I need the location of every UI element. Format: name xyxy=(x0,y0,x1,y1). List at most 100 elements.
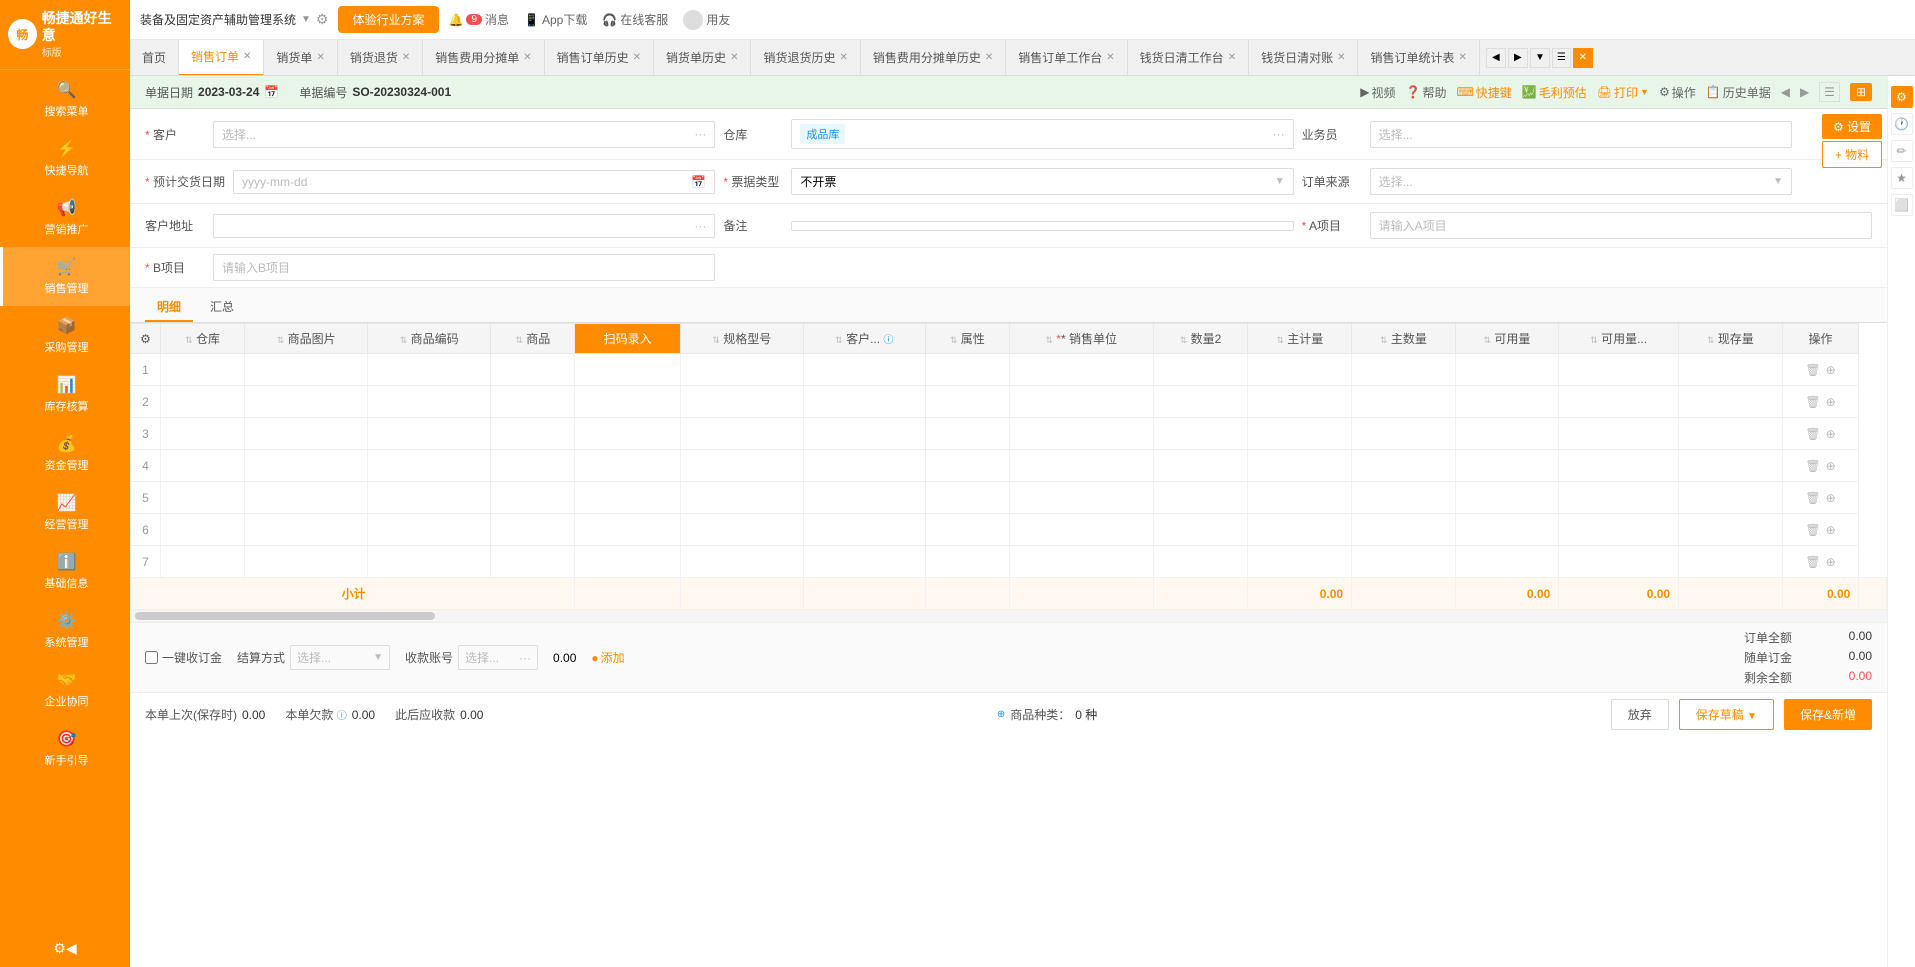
row-copy-icon[interactable]: ⊕ xyxy=(1826,491,1836,505)
delivery-date-input[interactable]: yyyy-mm-dd 📅 xyxy=(233,170,715,194)
account-select[interactable]: 选择... ··· xyxy=(458,645,538,670)
save-draft-button[interactable]: 保存草稿 ▼ xyxy=(1679,699,1774,730)
tab-close-icon[interactable]: ✕ xyxy=(985,52,993,63)
sidebar-item-sales[interactable]: 🛒 销售管理 xyxy=(0,247,130,306)
print-action[interactable]: 🖨 打印 ▼ xyxy=(1597,84,1649,101)
tab-menu-arrow[interactable]: ▼ xyxy=(1530,48,1550,68)
cell-available2[interactable] xyxy=(1559,354,1679,386)
sidebar-item-system[interactable]: ⚙️ 系统管理 xyxy=(0,601,130,660)
sidebar-item-guide[interactable]: 🎯 新手引导 xyxy=(0,719,130,778)
row-delete-icon[interactable]: 🗑 xyxy=(1805,523,1820,537)
expand-icon[interactable]: ⊞ xyxy=(1850,83,1872,101)
tab-cash-workbench[interactable]: 钱货日清工作台 ✕ xyxy=(1128,40,1249,76)
sidebar-item-quick-nav[interactable]: ⚡ 快捷导航 xyxy=(0,129,130,188)
sidebar-item-basic-info[interactable]: ℹ️ 基础信息 xyxy=(0,542,130,601)
tab-sales-order[interactable]: 销售订单 ✕ xyxy=(179,40,264,76)
row-copy-icon[interactable]: ⊕ xyxy=(1826,459,1836,473)
tab-close-icon[interactable]: ✕ xyxy=(839,52,847,63)
profit-action[interactable]: 💹 毛利预估 xyxy=(1522,84,1587,101)
tab-close-icon[interactable]: ✕ xyxy=(1106,52,1114,63)
tab-return-history[interactable]: 销货退货历史 ✕ xyxy=(751,40,860,76)
cell-customer-code[interactable] xyxy=(803,354,925,386)
right-panel-settings-icon[interactable]: ⚙ xyxy=(1891,86,1913,108)
user-icon[interactable]: 用友 xyxy=(683,10,730,30)
cell-spec[interactable] xyxy=(680,354,803,386)
warehouse-input[interactable]: 成品库 ··· xyxy=(791,119,1293,149)
row-delete-icon[interactable]: 🗑 xyxy=(1805,395,1820,409)
sidebar-item-inventory[interactable]: 📊 库存核算 xyxy=(0,365,130,424)
right-panel-clock-icon[interactable]: 🕐 xyxy=(1891,113,1913,135)
calendar-icon[interactable]: 📅 xyxy=(264,85,279,99)
staff-input[interactable]: 选择... xyxy=(1370,121,1792,148)
prev-record-icon[interactable]: ◀ xyxy=(1781,85,1790,99)
shortcut-action[interactable]: ⌨ 快捷键 xyxy=(1456,84,1511,101)
list-view-icon[interactable]: ☰ xyxy=(1819,82,1840,102)
tab-order-workbench[interactable]: 销售订单工作台 ✕ xyxy=(1006,40,1127,76)
tab-invoice-history[interactable]: 销货单历史 ✕ xyxy=(654,40,751,76)
customer-input[interactable]: 选择... ··· xyxy=(213,121,715,148)
tab-sales-return[interactable]: 销货退货 ✕ xyxy=(338,40,423,76)
app-download-icon[interactable]: 📱 App下载 xyxy=(524,11,587,28)
settings-btn[interactable]: ⚙ 设置 xyxy=(1822,114,1882,139)
industry-btn[interactable]: 体验行业方案 xyxy=(338,6,438,33)
cell-product[interactable] xyxy=(491,354,575,386)
row-delete-icon[interactable]: 🗑 xyxy=(1805,555,1820,569)
row-copy-icon[interactable]: ⊕ xyxy=(1826,395,1836,409)
operate-action[interactable]: ⚙ 操作 xyxy=(1659,84,1696,101)
tab-sales-summary[interactable]: 销售订单统计表 ✕ xyxy=(1358,40,1479,76)
tab-close-icon[interactable]: ✕ xyxy=(243,51,251,62)
cell-attr[interactable] xyxy=(925,354,1009,386)
sidebar-item-marketing[interactable]: 📢 营销推广 xyxy=(0,188,130,247)
row-delete-icon[interactable]: 🗑 xyxy=(1805,363,1820,377)
cell-scan[interactable] xyxy=(575,354,680,386)
sidebar-item-management[interactable]: 📈 经营管理 xyxy=(0,483,130,542)
history-action[interactable]: 📋 历史单据 xyxy=(1706,84,1771,101)
tab-close-all-icon[interactable]: ✕ xyxy=(1573,48,1593,68)
tab-close-icon[interactable]: ✕ xyxy=(633,52,641,63)
right-panel-star-icon[interactable]: ★ xyxy=(1891,167,1913,189)
tab-sales-fee[interactable]: 销售费用分摊单 ✕ xyxy=(423,40,544,76)
tab-next-arrow[interactable]: ▶ xyxy=(1508,48,1528,68)
tab-prev-arrow[interactable]: ◀ xyxy=(1486,48,1506,68)
cell-main-unit[interactable] xyxy=(1248,354,1352,386)
sidebar-item-finance[interactable]: 💰 资金管理 xyxy=(0,424,130,483)
help-action[interactable]: ❓ 帮助 xyxy=(1406,84,1447,101)
tab-close-icon[interactable]: ✕ xyxy=(523,52,531,63)
tab-close-icon[interactable]: ✕ xyxy=(1337,52,1345,63)
right-panel-puzzle-icon[interactable]: ⬜ xyxy=(1891,194,1913,216)
sidebar-item-purchase[interactable]: 📦 采购管理 xyxy=(0,306,130,365)
row-delete-icon[interactable]: 🗑 xyxy=(1805,459,1820,473)
collapse-icon[interactable]: ◀ xyxy=(66,940,77,957)
cell-main-qty[interactable] xyxy=(1352,354,1456,386)
discard-button[interactable]: 放弃 xyxy=(1611,699,1669,730)
tab-cash-reconcile[interactable]: 钱货日清对账 ✕ xyxy=(1249,40,1358,76)
order-source-input[interactable]: 选择... ▼ xyxy=(1370,168,1792,195)
view-action[interactable]: ▶ 视频 xyxy=(1360,84,1395,101)
add-product-btn[interactable]: + 物料 xyxy=(1822,141,1882,168)
sidebar-item-enterprise[interactable]: 🤝 企业协同 xyxy=(0,660,130,719)
save-new-button[interactable]: 保存&新增 xyxy=(1784,699,1872,730)
row-copy-icon[interactable]: ⊕ xyxy=(1826,363,1836,377)
tab-close-icon[interactable]: ✕ xyxy=(730,52,738,63)
row-copy-icon[interactable]: ⊕ xyxy=(1826,427,1836,441)
col-settings[interactable]: ⚙ xyxy=(131,324,161,354)
cell-unit[interactable] xyxy=(1009,354,1153,386)
detail-tab-summary[interactable]: 汇总 xyxy=(198,293,246,322)
gear-icon[interactable]: ⚙ xyxy=(316,11,329,28)
add-button[interactable]: ● 添加 xyxy=(591,649,624,666)
detail-tab-detail[interactable]: 明细 xyxy=(145,293,193,322)
tab-close-icon[interactable]: ✕ xyxy=(316,52,324,63)
a-project-input[interactable]: 请输入A项目 xyxy=(1370,212,1872,239)
tab-fee-history[interactable]: 销售费用分摊单历史 ✕ xyxy=(861,40,1006,76)
one-click-settlement-label[interactable]: 一键收订金 xyxy=(145,649,222,666)
tab-layout-icon[interactable]: ☰ xyxy=(1552,48,1571,68)
remark-input[interactable] xyxy=(791,221,1293,231)
row-copy-icon[interactable]: ⊕ xyxy=(1826,555,1836,569)
cell-image[interactable] xyxy=(245,354,368,386)
row-delete-icon[interactable]: 🗑 xyxy=(1805,491,1820,505)
col-scan[interactable]: 扫码录入 xyxy=(575,324,680,354)
tab-close-icon[interactable]: ✕ xyxy=(1459,52,1467,63)
sidebar-item-search[interactable]: 🔍 搜索菜单 xyxy=(0,70,130,129)
tab-close-icon[interactable]: ✕ xyxy=(402,52,410,63)
cell-current[interactable] xyxy=(1679,354,1783,386)
